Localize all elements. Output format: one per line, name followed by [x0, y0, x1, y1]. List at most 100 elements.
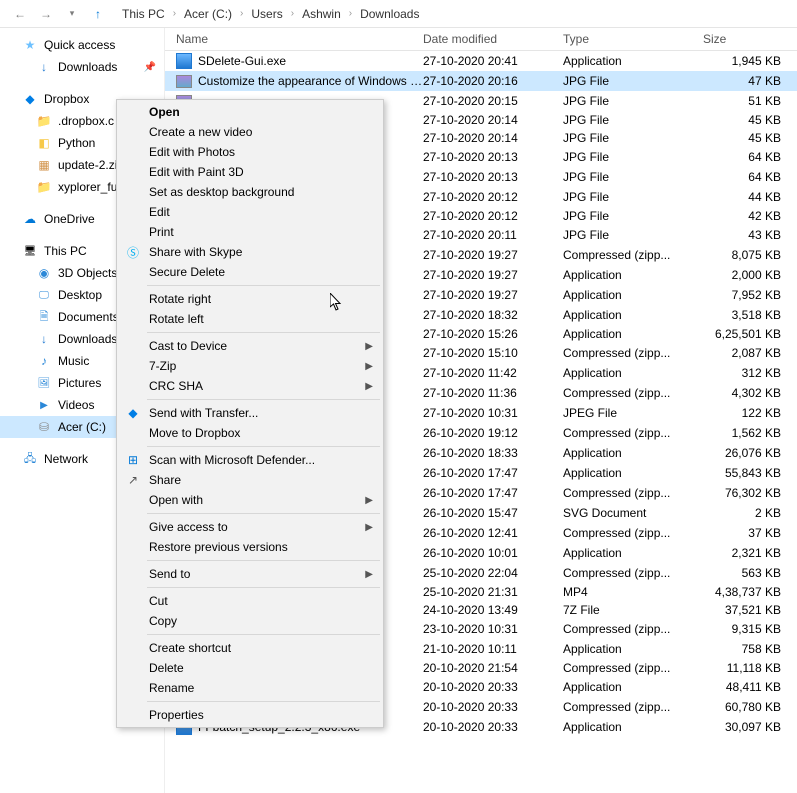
- menu-item[interactable]: Create a new video: [119, 122, 381, 142]
- music-icon: [36, 353, 52, 369]
- menu-separator: [147, 701, 380, 702]
- file-size: 43 KB: [703, 228, 793, 242]
- breadcrumb-item[interactable]: Acer (C:): [180, 5, 236, 23]
- file-size: 76,302 KB: [703, 486, 793, 500]
- file-date: 20-10-2020 20:33: [423, 720, 563, 734]
- menu-item[interactable]: Send to ▶: [119, 564, 381, 584]
- file-date: 27-10-2020 18:32: [423, 308, 563, 322]
- file-row[interactable]: SDelete-Gui.exe27-10-2020 20:41Applicati…: [165, 51, 797, 71]
- menu-item[interactable]: Properties: [119, 705, 381, 725]
- column-header-size[interactable]: Size: [703, 32, 793, 46]
- nav-recent-button[interactable]: ▾: [60, 2, 84, 26]
- context-menu: OpenCreate a new videoEdit with PhotosEd…: [116, 99, 384, 728]
- menu-item[interactable]: Create shortcut: [119, 638, 381, 658]
- file-type: Compressed (zipp...: [563, 526, 703, 540]
- menu-item-label: Cast to Device: [149, 339, 227, 353]
- menu-item[interactable]: Move to Dropbox: [119, 423, 381, 443]
- menu-item[interactable]: Edit with Paint 3D: [119, 162, 381, 182]
- file-type: Application: [563, 546, 703, 560]
- menu-item[interactable]: ⊞Scan with Microsoft Defender...: [119, 450, 381, 470]
- column-header-name[interactable]: Name: [173, 32, 423, 46]
- menu-item[interactable]: Give access to▶: [119, 517, 381, 537]
- chevron-right-icon: ›: [169, 8, 180, 19]
- menu-item[interactable]: Open: [119, 102, 381, 122]
- menu-item[interactable]: Restore previous versions: [119, 537, 381, 557]
- menu-item[interactable]: Set as desktop background: [119, 182, 381, 202]
- menu-item[interactable]: Open with▶: [119, 490, 381, 510]
- menu-separator: [147, 560, 380, 561]
- sidebar-item[interactable]: Quick access: [0, 34, 164, 56]
- folder-icon: [36, 113, 52, 129]
- chevron-right-icon: ›: [287, 8, 298, 19]
- menu-item-label: Secure Delete: [149, 265, 225, 279]
- file-size: 55,843 KB: [703, 466, 793, 480]
- file-date: 27-10-2020 20:11: [423, 228, 563, 242]
- file-date: 27-10-2020 20:16: [423, 74, 563, 88]
- menu-item[interactable]: ◆Send with Transfer...: [119, 403, 381, 423]
- column-header-type[interactable]: Type: [563, 32, 703, 46]
- file-type: Application: [563, 642, 703, 656]
- file-type: Application: [563, 720, 703, 734]
- menu-item[interactable]: Delete: [119, 658, 381, 678]
- menu-item-label: Send to: [149, 567, 190, 581]
- chevron-right-icon: ▶: [365, 341, 373, 352]
- breadcrumb-item[interactable]: Users: [247, 5, 286, 23]
- menu-item[interactable]: Edit with Photos: [119, 142, 381, 162]
- file-date: 26-10-2020 10:01: [423, 546, 563, 560]
- file-type: Compressed (zipp...: [563, 346, 703, 360]
- menu-item-label: Print: [149, 225, 174, 239]
- file-date: 26-10-2020 12:41: [423, 526, 563, 540]
- menu-item[interactable]: ⓈShare with Skype: [119, 242, 381, 262]
- chevron-right-icon: ▶: [365, 522, 373, 533]
- file-date: 27-10-2020 11:36: [423, 386, 563, 400]
- file-date: 20-10-2020 20:33: [423, 700, 563, 714]
- file-type: Compressed (zipp...: [563, 486, 703, 500]
- zip-icon: [36, 157, 52, 173]
- menu-item[interactable]: Edit: [119, 202, 381, 222]
- menu-item[interactable]: Cut: [119, 591, 381, 611]
- file-date: 27-10-2020 15:26: [423, 327, 563, 341]
- sidebar-item[interactable]: Downloads📌: [0, 56, 164, 78]
- share-icon: ↗: [125, 472, 141, 488]
- file-type: Compressed (zipp...: [563, 566, 703, 580]
- menu-item-label: Share with Skype: [149, 245, 242, 259]
- menu-item-label: Open with: [149, 493, 203, 507]
- py-icon: [36, 135, 52, 151]
- file-size: 122 KB: [703, 406, 793, 420]
- menu-item[interactable]: CRC SHA▶: [119, 376, 381, 396]
- file-type: Application: [563, 366, 703, 380]
- menu-item-label: Scan with Microsoft Defender...: [149, 453, 315, 467]
- pc-icon: [22, 243, 38, 259]
- file-type: Compressed (zipp...: [563, 426, 703, 440]
- nav-forward-button[interactable]: →: [34, 2, 58, 26]
- file-size: 4,302 KB: [703, 386, 793, 400]
- menu-item[interactable]: Cast to Device ▶: [119, 336, 381, 356]
- menu-item[interactable]: 7-Zip▶: [119, 356, 381, 376]
- file-type: Application: [563, 446, 703, 460]
- menu-separator: [147, 634, 380, 635]
- nav-back-button[interactable]: ←: [8, 2, 32, 26]
- column-header-date[interactable]: Date modified: [423, 32, 563, 46]
- breadcrumb-item[interactable]: Downloads: [356, 5, 423, 23]
- file-type: JPG File: [563, 113, 703, 127]
- file-date: 27-10-2020 19:27: [423, 268, 563, 282]
- menu-item-label: Restore previous versions: [149, 540, 288, 554]
- desktop-icon: [36, 287, 52, 303]
- pin-icon: 📌: [144, 62, 156, 73]
- file-type: 7Z File: [563, 603, 703, 617]
- breadcrumb-item[interactable]: Ashwin: [298, 5, 345, 23]
- file-row[interactable]: Customize the appearance of Windows 1...…: [165, 71, 797, 91]
- nav-up-button[interactable]: ↑: [86, 2, 110, 26]
- menu-item[interactable]: Rename: [119, 678, 381, 698]
- chevron-right-icon: ▶: [365, 569, 373, 580]
- menu-item[interactable]: Print: [119, 222, 381, 242]
- file-date: 26-10-2020 17:47: [423, 486, 563, 500]
- breadcrumb-item[interactable]: This PC: [118, 5, 169, 23]
- sidebar-item-label: Quick access: [44, 38, 156, 52]
- menu-item[interactable]: Secure Delete: [119, 262, 381, 282]
- file-size: 9,315 KB: [703, 622, 793, 636]
- menu-item[interactable]: Copy: [119, 611, 381, 631]
- menu-item[interactable]: ↗Share: [119, 470, 381, 490]
- chevron-right-icon: ▶: [365, 361, 373, 372]
- file-type: Application: [563, 680, 703, 694]
